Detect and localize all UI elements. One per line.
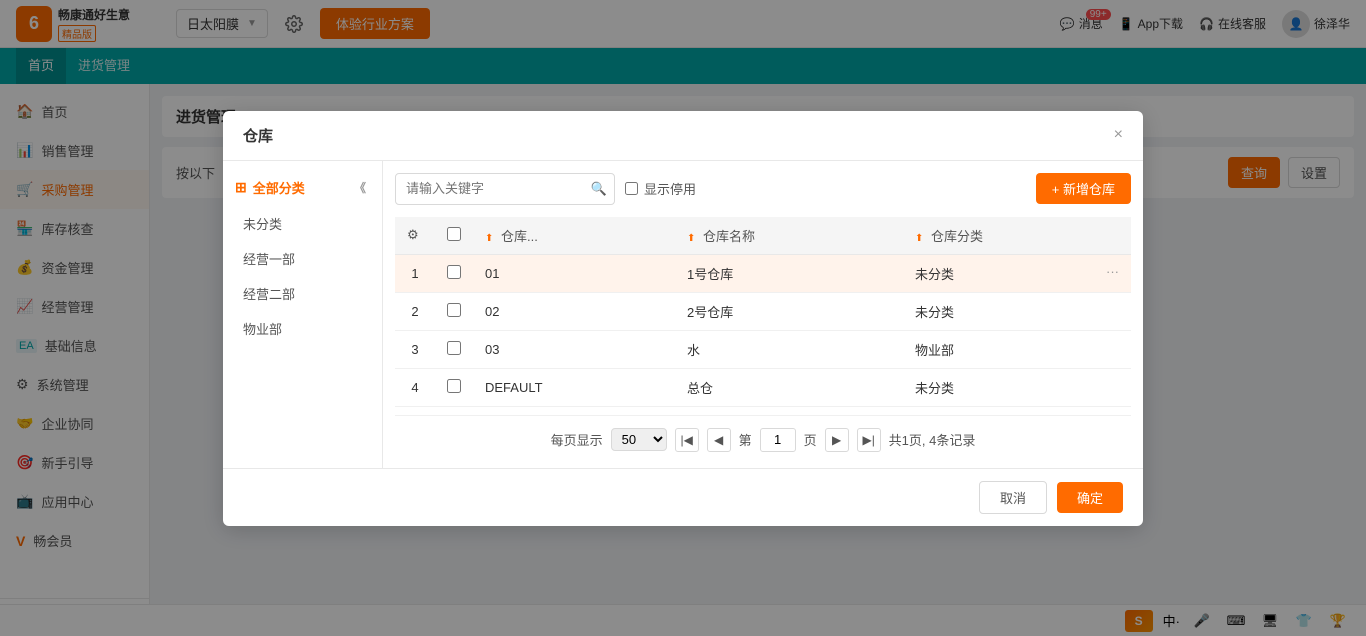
row-category: 未分类 (903, 368, 1131, 406)
page-next-btn[interactable]: ▶ (825, 428, 849, 452)
sort-icon-code: ⬆ (485, 233, 493, 244)
page-first-btn[interactable]: |◀ (675, 428, 699, 452)
col-settings: ⚙ (395, 217, 435, 255)
row-checkbox-cell (435, 292, 473, 330)
row-checkbox[interactable] (447, 265, 461, 279)
modal-overlay: 仓库 × ⊞ 全部分类 《 未分类 经营一部 经营二部 物业部 (0, 0, 1366, 636)
total-info: 共1页, 4条记录 (889, 430, 976, 449)
warehouse-modal: 仓库 × ⊞ 全部分类 《 未分类 经营一部 经营二部 物业部 (223, 111, 1143, 526)
table-row[interactable]: 1 01 1号仓库 未分类 ··· (395, 254, 1131, 292)
category-item-property[interactable]: 物业部 (223, 311, 382, 346)
row-code: 01 (473, 254, 675, 292)
category-item-unclassified[interactable]: 未分类 (223, 206, 382, 241)
modal-close-btn[interactable]: × (1114, 126, 1123, 144)
category-item-ops1[interactable]: 经营一部 (223, 241, 382, 276)
add-warehouse-btn[interactable]: + 新增仓库 (1036, 173, 1131, 204)
category-item-ops2[interactable]: 经营二部 (223, 276, 382, 311)
col-code: ⬆ 仓库... (473, 217, 675, 255)
settings-col-icon: ⚙ (407, 227, 419, 242)
page-size-label: 每页显示 (551, 430, 603, 449)
col-checkbox (435, 217, 473, 255)
search-input[interactable] (395, 173, 615, 205)
row-num: 2 (395, 292, 435, 330)
table-panel: 🔍 显示停用 + 新增仓库 ⚙ (383, 161, 1143, 468)
table-container: ⚙ ⬆ 仓库... ⬆ (395, 217, 1131, 407)
select-all-checkbox[interactable] (447, 227, 461, 241)
page-prev-btn[interactable]: ◀ (707, 428, 731, 452)
row-checkbox-cell (435, 330, 473, 368)
page-label-unit: 页 (804, 430, 817, 449)
row-category: 未分类 (903, 292, 1131, 330)
grid-icon: ⊞ (235, 179, 247, 196)
page-size-select[interactable]: 50 10 20 100 (611, 428, 667, 451)
row-num: 3 (395, 330, 435, 368)
row-code: 03 (473, 330, 675, 368)
table-header: ⚙ ⬆ 仓库... ⬆ (395, 217, 1131, 255)
page-number-input[interactable] (760, 428, 796, 452)
sort-icon-category: ⬆ (915, 233, 923, 244)
page-label: 第 (739, 430, 752, 449)
warehouse-table: ⚙ ⬆ 仓库... ⬆ (395, 217, 1131, 407)
show-disabled-label[interactable]: 显示停用 (625, 179, 696, 198)
row-checkbox[interactable] (447, 379, 461, 393)
table-row[interactable]: 3 03 水 物业部 (395, 330, 1131, 368)
modal-header: 仓库 × (223, 111, 1143, 161)
row-name: 1号仓库 (675, 254, 903, 292)
cancel-button[interactable]: 取消 (979, 481, 1047, 514)
row-checkbox-cell (435, 254, 473, 292)
row-checkbox[interactable] (447, 303, 461, 317)
row-name: 水 (675, 330, 903, 368)
search-bar: 🔍 显示停用 + 新增仓库 (395, 173, 1131, 205)
row-num: 1 (395, 254, 435, 292)
show-disabled-checkbox[interactable] (625, 182, 638, 195)
table-row[interactable]: 4 DEFAULT 总仓 未分类 (395, 368, 1131, 406)
search-input-wrap: 🔍 (395, 173, 615, 205)
page-last-btn[interactable]: ▶| (857, 428, 881, 452)
modal-title: 仓库 (243, 125, 273, 146)
sort-icon-name: ⬆ (687, 233, 695, 244)
table-body: 1 01 1号仓库 未分类 ··· (395, 254, 1131, 406)
row-name: 总仓 (675, 368, 903, 406)
row-code: 02 (473, 292, 675, 330)
row-action-dots[interactable]: ··· (1106, 264, 1119, 279)
table-row[interactable]: 2 02 2号仓库 未分类 (395, 292, 1131, 330)
category-all-header[interactable]: ⊞ 全部分类 《 (223, 169, 382, 206)
modal-body: ⊞ 全部分类 《 未分类 经营一部 经营二部 物业部 🔍 (223, 161, 1143, 468)
all-category-label: 全部分类 (253, 178, 305, 197)
row-category: 未分类 ··· (903, 254, 1131, 292)
pagination-bar: 每页显示 50 10 20 100 |◀ ◀ 第 页 ▶ ▶| 共1页, 4条记… (395, 415, 1131, 456)
category-panel: ⊞ 全部分类 《 未分类 经营一部 经营二部 物业部 (223, 161, 383, 468)
row-code: DEFAULT (473, 368, 675, 406)
row-checkbox-cell (435, 368, 473, 406)
search-icon[interactable]: 🔍 (591, 181, 607, 197)
collapse-btn[interactable]: 《 (350, 177, 370, 198)
confirm-button[interactable]: 确定 (1057, 482, 1123, 513)
row-category: 物业部 (903, 330, 1131, 368)
modal-footer: 取消 确定 (223, 468, 1143, 526)
col-category: ⬆ 仓库分类 (903, 217, 1131, 255)
row-checkbox[interactable] (447, 341, 461, 355)
row-name: 2号仓库 (675, 292, 903, 330)
row-num: 4 (395, 368, 435, 406)
col-name: ⬆ 仓库名称 (675, 217, 903, 255)
